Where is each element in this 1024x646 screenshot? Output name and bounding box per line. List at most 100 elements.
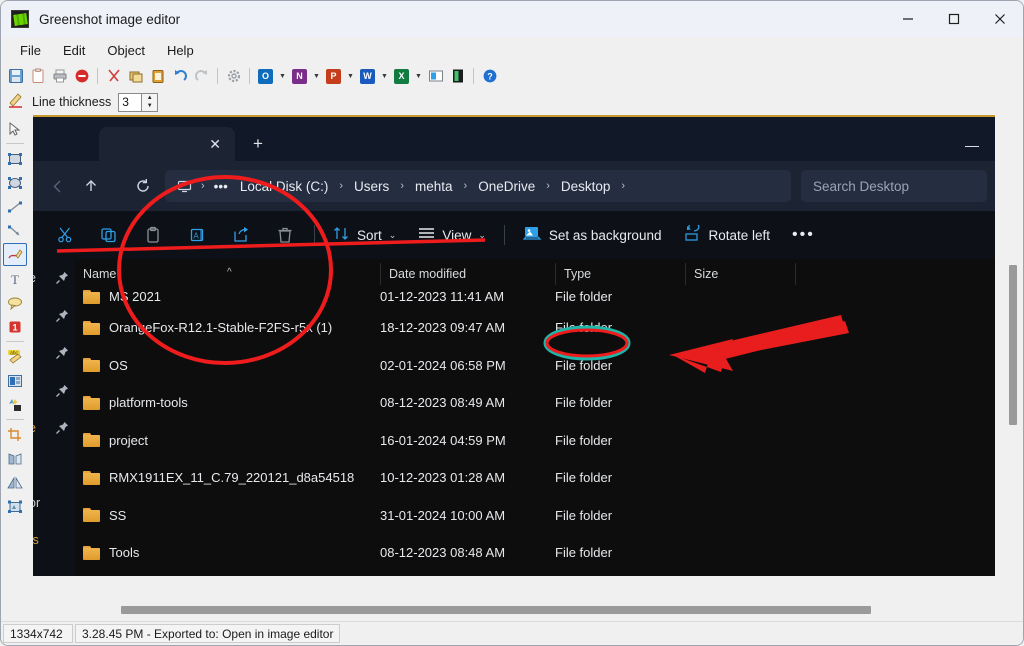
- cut-icon[interactable]: [43, 218, 87, 252]
- column-header-date[interactable]: Date modified: [380, 263, 555, 285]
- nav-pane-item[interactable]: e: [33, 259, 75, 297]
- breadcrumb-item-onedrive[interactable]: OneDrive: [472, 177, 541, 196]
- breadcrumb-overflow[interactable]: •••: [210, 177, 232, 196]
- line-thickness-input[interactable]: 3: [118, 92, 143, 112]
- table-row[interactable]: OrangeFox-R12.1-Stable-F2FS-r5x (1) 18-1…: [75, 309, 995, 347]
- nav-pane-item[interactable]: or: [33, 484, 75, 522]
- nav-pane-item[interactable]: ts: [33, 522, 75, 560]
- breadcrumb-item-desktop[interactable]: Desktop: [555, 177, 617, 196]
- menu-edit[interactable]: Edit: [54, 40, 94, 61]
- resize-tool[interactable]: [3, 495, 27, 518]
- word-dropdown-icon[interactable]: ▼: [379, 66, 390, 87]
- explorer-minimize-button[interactable]: —: [949, 129, 995, 161]
- view-button[interactable]: View ⌄: [407, 218, 497, 252]
- sort-button[interactable]: Sort ⌄: [322, 218, 407, 252]
- stepper-down-icon[interactable]: ▼: [142, 102, 157, 111]
- help-icon[interactable]: ?: [479, 66, 500, 87]
- rename-icon[interactable]: A: [175, 218, 219, 252]
- breadcrumb-item-users[interactable]: Users: [348, 177, 395, 196]
- open-in-image-editor-icon[interactable]: [425, 66, 446, 87]
- navigation-pane[interactable]: e e: [33, 259, 75, 576]
- table-row[interactable]: Tools 08-12-2023 08:48 AM File folder: [75, 534, 995, 572]
- undo-icon[interactable]: [169, 66, 190, 87]
- word-export-icon[interactable]: W: [357, 66, 378, 87]
- column-header-size[interactable]: Size: [685, 263, 795, 285]
- table-row[interactable]: platform-tools 08-12-2023 08:49 AM File …: [75, 384, 995, 422]
- editor-canvas[interactable]: ✕ + — › ••• Local Disk (C:) › Users › me…: [29, 115, 1023, 621]
- save-as-icon[interactable]: [447, 66, 468, 87]
- canvas-horizontal-scrollbar[interactable]: [33, 599, 995, 621]
- paste-icon[interactable]: [131, 218, 175, 252]
- nav-pane-item[interactable]: [33, 297, 75, 335]
- file-list[interactable]: Name^ Date modified Type Size MS 2021 0: [75, 259, 995, 576]
- maximize-button[interactable]: [931, 1, 977, 37]
- outlook-export-icon[interactable]: O: [255, 66, 276, 87]
- text-tool[interactable]: T: [3, 267, 27, 290]
- explorer-tab[interactable]: ✕: [99, 127, 235, 161]
- menu-help[interactable]: Help: [158, 40, 203, 61]
- nav-pane-item[interactable]: [33, 334, 75, 372]
- excel-dropdown-icon[interactable]: ▼: [413, 66, 424, 87]
- counter-tool[interactable]: 1: [3, 315, 27, 338]
- delete-icon[interactable]: [71, 66, 92, 87]
- monitor-icon[interactable]: [175, 179, 196, 194]
- column-header-type[interactable]: Type: [555, 263, 685, 285]
- stepper-up-icon[interactable]: ▲: [142, 94, 157, 103]
- rotate-clockwise-tool[interactable]: [3, 447, 27, 470]
- select-tool[interactable]: [3, 117, 27, 140]
- arrow-tool[interactable]: [3, 219, 27, 242]
- copy-icon[interactable]: [87, 218, 131, 252]
- table-row[interactable]: OS 02-01-2024 06:58 PM File folder: [75, 347, 995, 385]
- search-input[interactable]: Search Desktop: [801, 170, 987, 202]
- breadcrumb-item-mehta[interactable]: mehta: [409, 177, 459, 196]
- breadcrumb[interactable]: › ••• Local Disk (C:) › Users › mehta › …: [165, 170, 791, 202]
- effects-tool[interactable]: [3, 393, 27, 416]
- outlook-dropdown-icon[interactable]: ▼: [277, 66, 288, 87]
- more-options-button[interactable]: •••: [781, 218, 826, 252]
- powerpoint-dropdown-icon[interactable]: ▼: [345, 66, 356, 87]
- rectangle-tool[interactable]: [3, 147, 27, 170]
- onenote-dropdown-icon[interactable]: ▼: [311, 66, 322, 87]
- nav-pane-item[interactable]: [33, 447, 75, 485]
- vertical-scroll-thumb[interactable]: [1009, 265, 1017, 425]
- up-button[interactable]: [75, 170, 107, 202]
- copy-icon[interactable]: [125, 66, 146, 87]
- onenote-export-icon[interactable]: N: [289, 66, 310, 87]
- highlight-tool[interactable]: abc: [3, 345, 27, 368]
- copy-to-clipboard-icon[interactable]: [27, 66, 48, 87]
- set-as-background-button[interactable]: Set as background: [512, 218, 673, 252]
- powerpoint-export-icon[interactable]: P: [323, 66, 344, 87]
- refresh-button[interactable]: [127, 170, 159, 202]
- breadcrumb-item-local-disk[interactable]: Local Disk (C:): [234, 177, 335, 196]
- table-row[interactable]: RMX1911EX_11_C.79_220121_d8a54518 10-12-…: [75, 459, 995, 497]
- delete-icon[interactable]: [263, 218, 307, 252]
- cut-icon[interactable]: [103, 66, 124, 87]
- line-thickness-stepper[interactable]: ▲ ▼: [142, 92, 159, 112]
- table-row[interactable]: MS 2021 01-12-2023 11:41 AM File folder: [75, 289, 995, 309]
- column-header-name[interactable]: Name ^: [75, 263, 380, 285]
- table-row[interactable]: project 16-01-2024 04:59 PM File folder: [75, 422, 995, 460]
- excel-export-icon[interactable]: X: [391, 66, 412, 87]
- save-icon[interactable]: [5, 66, 26, 87]
- freehand-tool[interactable]: [3, 243, 27, 266]
- new-tab-button[interactable]: +: [241, 127, 275, 161]
- paste-icon[interactable]: [147, 66, 168, 87]
- table-row[interactable]: SS 31-01-2024 10:00 AM File folder: [75, 497, 995, 535]
- nav-pane-item[interactable]: [33, 372, 75, 410]
- obfuscate-tool[interactable]: [3, 369, 27, 392]
- share-icon[interactable]: [219, 218, 263, 252]
- speech-bubble-tool[interactable]: [3, 291, 27, 314]
- settings-icon[interactable]: [223, 66, 244, 87]
- tab-close-icon[interactable]: ✕: [209, 137, 221, 151]
- crop-tool[interactable]: [3, 423, 27, 446]
- horizontal-scroll-thumb[interactable]: [121, 606, 871, 614]
- canvas-vertical-scrollbar[interactable]: [1005, 115, 1021, 576]
- rotate-counterclockwise-tool[interactable]: [3, 471, 27, 494]
- close-button[interactable]: [977, 1, 1023, 37]
- menu-file[interactable]: File: [11, 40, 50, 61]
- minimize-button[interactable]: [885, 1, 931, 37]
- menu-object[interactable]: Object: [98, 40, 154, 61]
- nav-pane-item[interactable]: e: [33, 409, 75, 447]
- print-icon[interactable]: [49, 66, 70, 87]
- line-tool[interactable]: [3, 195, 27, 218]
